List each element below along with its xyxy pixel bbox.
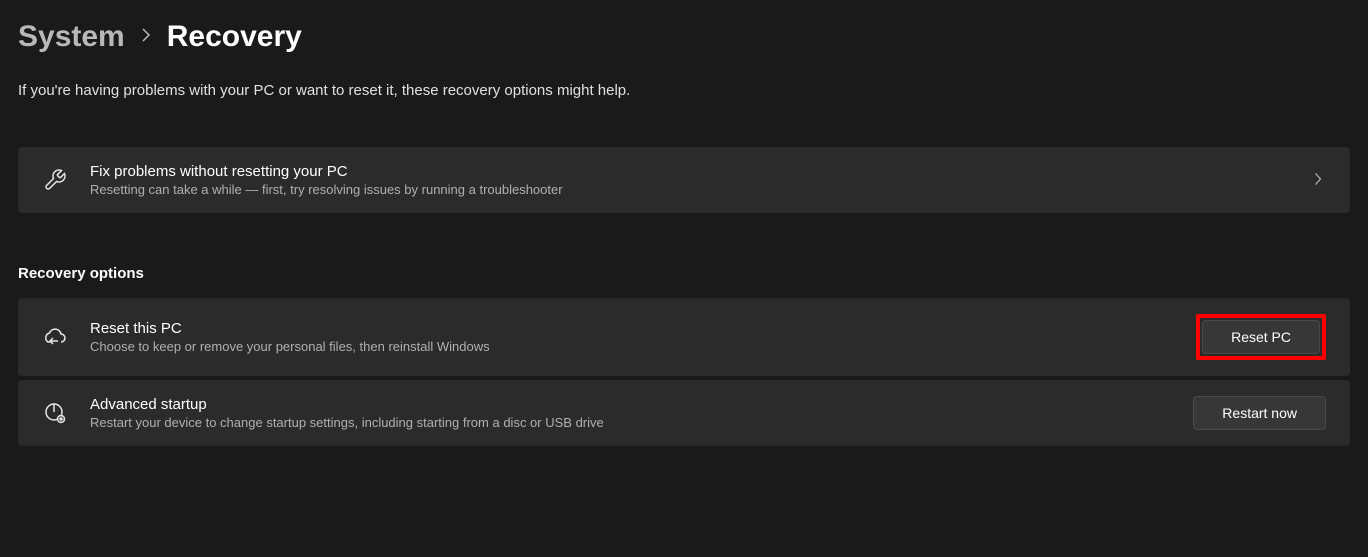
fix-problems-text: Fix problems without resetting your PC R… <box>90 163 1292 197</box>
reset-pc-button[interactable]: Reset PC <box>1202 320 1320 354</box>
power-gear-icon <box>42 400 68 426</box>
recovery-options-heading: Recovery options <box>18 265 1350 282</box>
wrench-icon <box>42 167 68 193</box>
fix-problems-card[interactable]: Fix problems without resetting your PC R… <box>18 147 1350 213</box>
advanced-startup-title: Advanced startup <box>90 396 1171 413</box>
chevron-right-icon <box>141 27 151 48</box>
breadcrumb-parent[interactable]: System <box>18 20 125 54</box>
intro-text: If you're having problems with your PC o… <box>18 82 1350 99</box>
cloud-reset-icon <box>42 324 68 350</box>
restart-now-button[interactable]: Restart now <box>1193 396 1326 430</box>
breadcrumb: System Recovery <box>18 20 1350 54</box>
chevron-right-icon <box>1314 172 1326 189</box>
fix-problems-title: Fix problems without resetting your PC <box>90 163 1292 180</box>
reset-pc-title: Reset this PC <box>90 320 1174 337</box>
reset-pc-text: Reset this PC Choose to keep or remove y… <box>90 320 1174 354</box>
fix-problems-subtitle: Resetting can take a while — first, try … <box>90 182 1292 197</box>
reset-pc-card: Reset this PC Choose to keep or remove y… <box>18 298 1350 376</box>
advanced-startup-subtitle: Restart your device to change startup se… <box>90 415 1171 430</box>
advanced-startup-card: Advanced startup Restart your device to … <box>18 380 1350 446</box>
advanced-startup-text: Advanced startup Restart your device to … <box>90 396 1171 430</box>
breadcrumb-current: Recovery <box>167 20 302 54</box>
highlight-annotation: Reset PC <box>1196 314 1326 360</box>
reset-pc-subtitle: Choose to keep or remove your personal f… <box>90 339 1174 354</box>
